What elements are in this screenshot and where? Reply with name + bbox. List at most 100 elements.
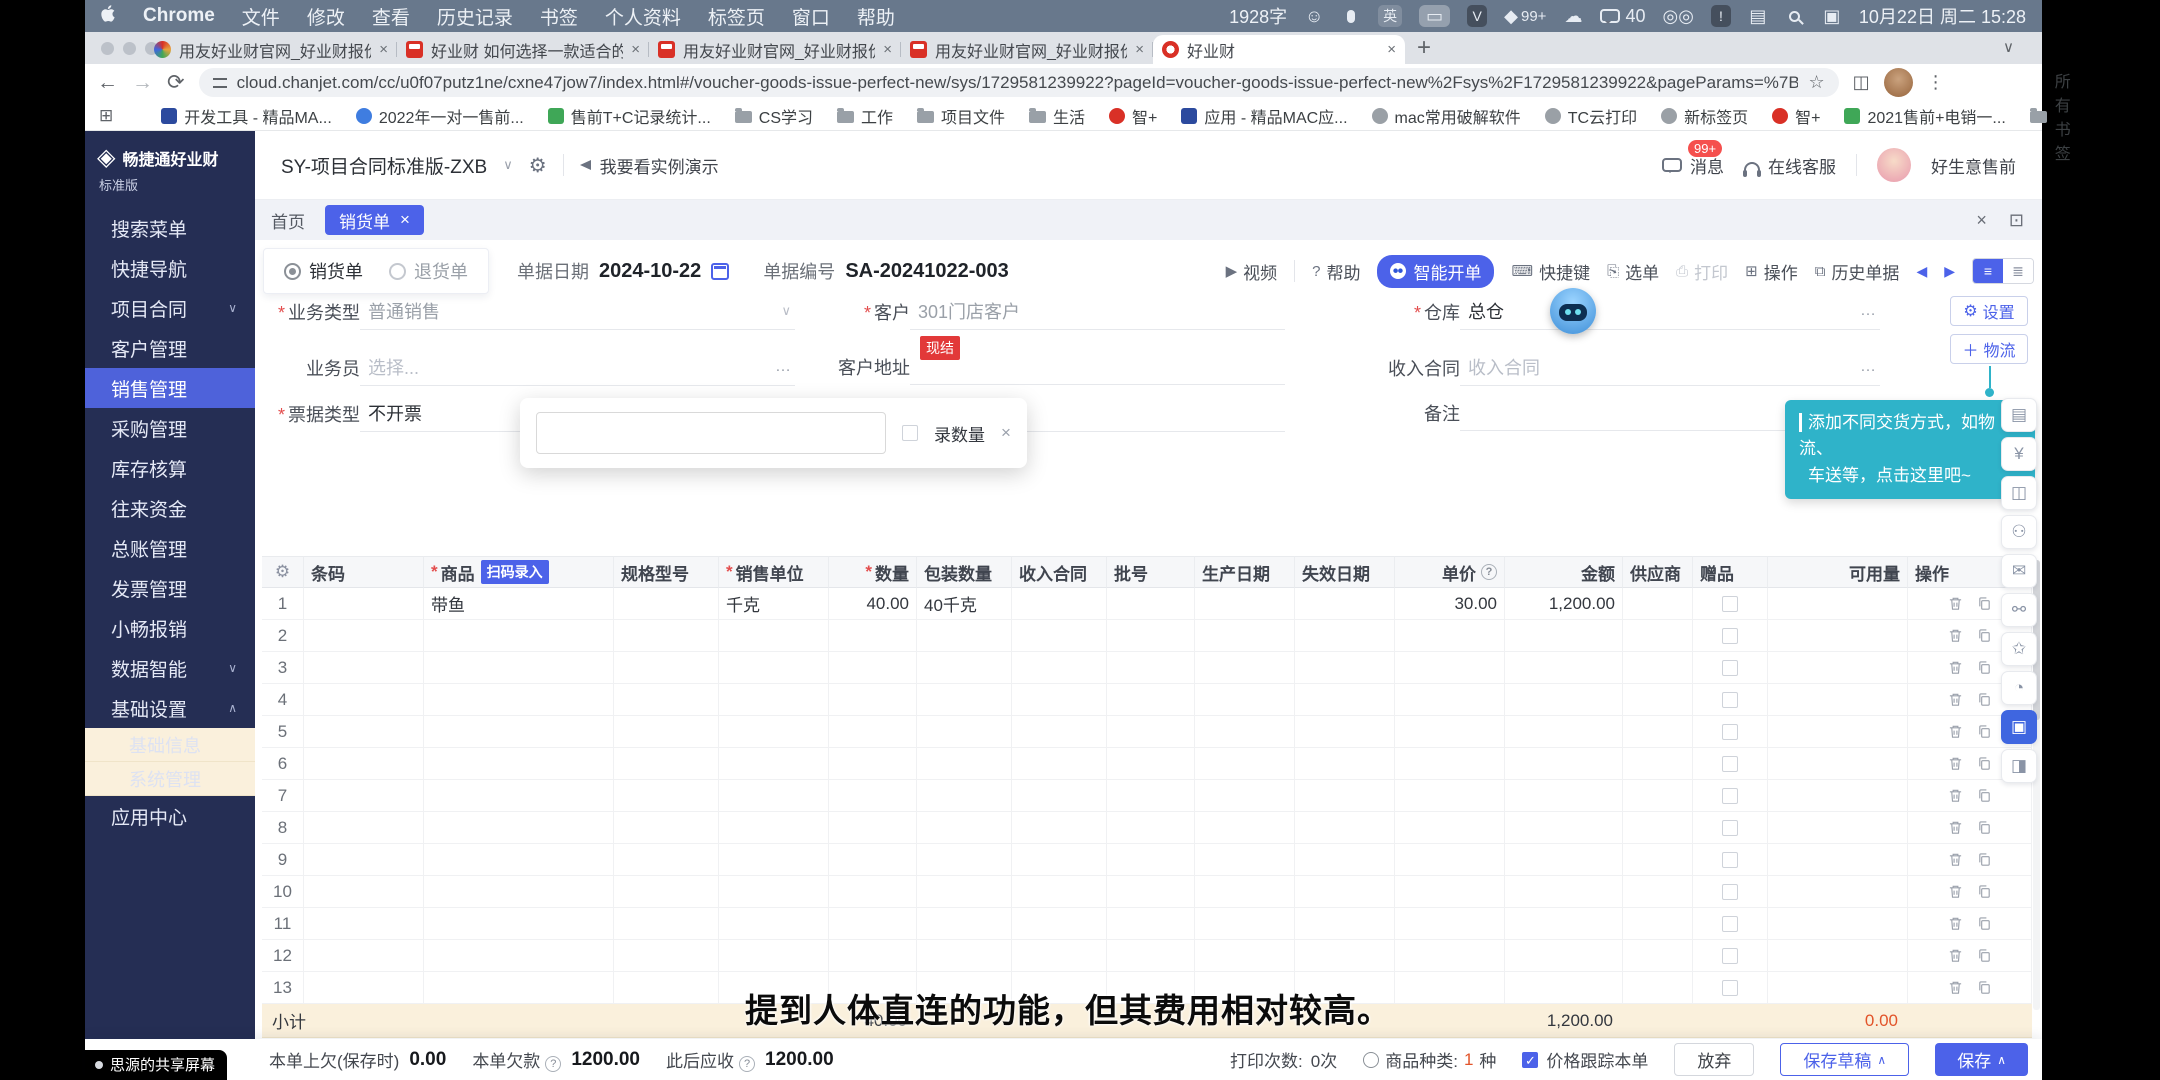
menubar-app-name[interactable]: Chrome [143,5,215,27]
browser-tab-3[interactable]: 用友好业财官网_好业财报价_a × [649,35,901,64]
emoji-icon[interactable]: ☺ [1304,5,1324,27]
col-header-包装数量[interactable]: 包装数量 [917,556,1012,588]
biz-type-field[interactable]: 普通销售 ∨ [360,298,795,330]
col-header-gear[interactable]: ⚙ [262,556,304,588]
col-header-批号[interactable]: 批号 [1107,556,1195,588]
col-header-销售单位[interactable]: * 销售单位 [719,556,829,588]
copy-row-icon[interactable] [1977,660,1992,675]
gift-checkbox[interactable] [1722,595,1738,612]
fullscreen-icon[interactable]: ⊡ [2009,210,2024,231]
side-panel-icon[interactable]: ◫ [1853,72,1870,93]
help-icon[interactable]: ? [1481,564,1497,580]
mail-doc-dock-icon[interactable]: ✉ [2001,554,2037,588]
price-track[interactable]: ✓ 价格跟踪本单 [1522,1047,1648,1072]
gift-checkbox[interactable] [1722,947,1738,964]
back-button[interactable]: ← [97,71,118,95]
notes-dock-icon[interactable]: ▤ [2001,398,2037,432]
browser-profile-avatar[interactable] [1883,68,1913,97]
gift-checkbox[interactable] [1722,883,1738,900]
user-avatar[interactable] [1877,148,1911,182]
col-header-失效日期[interactable]: 失效日期 [1295,556,1395,588]
copy-row-icon[interactable] [1977,724,1992,739]
browser-tab-2[interactable]: 好业财 如何选择一款适合的管 × [397,35,649,64]
screen-share-icon[interactable]: ▭ [1419,5,1451,27]
logistics-button[interactable]: ＋物流 [1950,334,2028,364]
browser-menu-icon[interactable]: ⋮ [1927,72,1945,93]
toolbar-历史单据[interactable]: ⧉ 历史单据 [1815,259,1900,284]
copy-row-icon[interactable] [1977,884,1992,899]
alert-icon[interactable]: ! [1710,5,1731,27]
toolbar-操作[interactable]: ⊞ 操作 [1745,259,1798,284]
sidebar-item-客户管理[interactable]: 客户管理 [85,328,255,368]
history-dock-icon[interactable]: ◔ [2001,671,2037,705]
gift-checkbox[interactable] [1722,723,1738,740]
delete-row-icon[interactable] [1948,980,1963,995]
close-tab-icon[interactable]: × [631,41,640,58]
sidebar-item-项目合同[interactable]: 项目合同 ∨ [85,288,255,328]
col-header-供应商[interactable]: 供应商 [1623,556,1693,588]
sidebar-item-往来资金[interactable]: 往来资金 [85,488,255,528]
tab-search-chevron-icon[interactable]: ∨ [2003,38,2014,56]
prev-doc-icon[interactable]: ◀ [1916,263,1927,280]
gift-checkbox[interactable] [1722,691,1738,708]
salesman-field[interactable]: 选择...… [360,354,795,386]
bookmark-item-7[interactable]: 生活 [1029,104,1085,128]
control-center-icon[interactable]: ▣ [1822,5,1842,27]
price-track-checkbox[interactable]: ✓ [1522,1051,1539,1068]
scan-entry-badge[interactable]: 扫码录入 [480,560,549,584]
scan-input[interactable] [536,412,886,454]
calendar-icon[interactable] [711,262,730,280]
site-settings-icon[interactable] [212,77,227,88]
close-tab-icon[interactable]: × [1387,41,1396,58]
image-dock-icon[interactable]: ▣ [2001,710,2037,744]
online-service-button[interactable]: 在线客服 [1743,153,1836,178]
copy-row-icon[interactable] [1977,820,1992,835]
doc-no-value[interactable]: SA-20241022-003 [845,260,1008,283]
account-set-selector[interactable]: SY-项目合同标准版-ZXB [281,152,487,179]
col-header-可用量[interactable]: 可用量 [1768,556,1908,588]
menubar-datetime[interactable]: 10月22日 周二 15:28 [1859,3,2026,29]
copy-row-icon[interactable] [1977,628,1992,643]
sidebar-item-快捷导航[interactable]: 快捷导航 [85,248,255,288]
delete-row-icon[interactable] [1948,948,1963,963]
chevron-down-icon[interactable]: ∨ [503,157,513,173]
archive-dock-icon[interactable]: ◫ [2001,476,2037,510]
copy-row-icon[interactable] [1977,980,1992,995]
menubar-menu-文件[interactable]: 文件 [242,3,280,30]
tab-sales-order[interactable]: 销货单 × [325,205,424,235]
close-popup-icon[interactable]: × [1001,423,1011,443]
address-bar[interactable]: cloud.chanjet.com/cc/u0f07putz1ne/cxne47… [198,68,1839,97]
next-doc-icon[interactable]: ▶ [1944,263,1955,280]
gift-checkbox[interactable] [1722,787,1738,804]
close-tab-icon[interactable]: × [1135,41,1144,58]
menubar-menu-历史记录[interactable]: 历史记录 [437,3,513,30]
toolbar-智能开单[interactable]: 智能开单 [1377,254,1495,288]
gift-checkbox[interactable] [1722,819,1738,836]
delete-row-icon[interactable] [1948,724,1963,739]
col-header-规格型号[interactable]: 规格型号 [614,556,719,588]
col-header-数量[interactable]: * 数量 [829,556,917,588]
close-window-button[interactable] [101,42,114,55]
delete-row-icon[interactable] [1948,596,1963,611]
bookmark-item-11[interactable]: TC云打印 [1544,104,1637,128]
col-header-金额[interactable]: 金额 [1505,556,1623,588]
ai-assistant-avatar[interactable] [1550,288,1596,334]
bookmark-item-12[interactable]: 新标签页 [1661,104,1748,128]
delete-row-icon[interactable] [1948,788,1963,803]
star-dock-icon[interactable]: ✩ [2001,632,2037,666]
customer-address-field[interactable] [910,358,1285,385]
copy-row-icon[interactable] [1977,948,1992,963]
col-header-单价[interactable]: 单价? [1395,556,1505,588]
gift-checkbox[interactable] [1722,851,1738,868]
new-tab-button[interactable]: + [1417,34,1431,62]
delete-row-icon[interactable] [1948,852,1963,867]
input-method-icon[interactable]: 英 [1378,5,1403,27]
bookmark-item-13[interactable]: 智+ [1772,104,1820,128]
warehouse-field[interactable]: 总仓… [1460,298,1880,330]
col-header-商品[interactable]: * 商品 扫码录入 [424,556,614,588]
sidebar-item-基础设置[interactable]: 基础设置 ∧ [85,688,255,728]
browser-tab-5[interactable]: 好业财 × [1153,35,1405,64]
doc-date-value[interactable]: 2024-10-22 [599,260,701,283]
toolbar-选单[interactable]: ⎘ 选单 [1607,259,1659,284]
col-header-收入合同[interactable]: 收入合同 [1012,556,1107,588]
